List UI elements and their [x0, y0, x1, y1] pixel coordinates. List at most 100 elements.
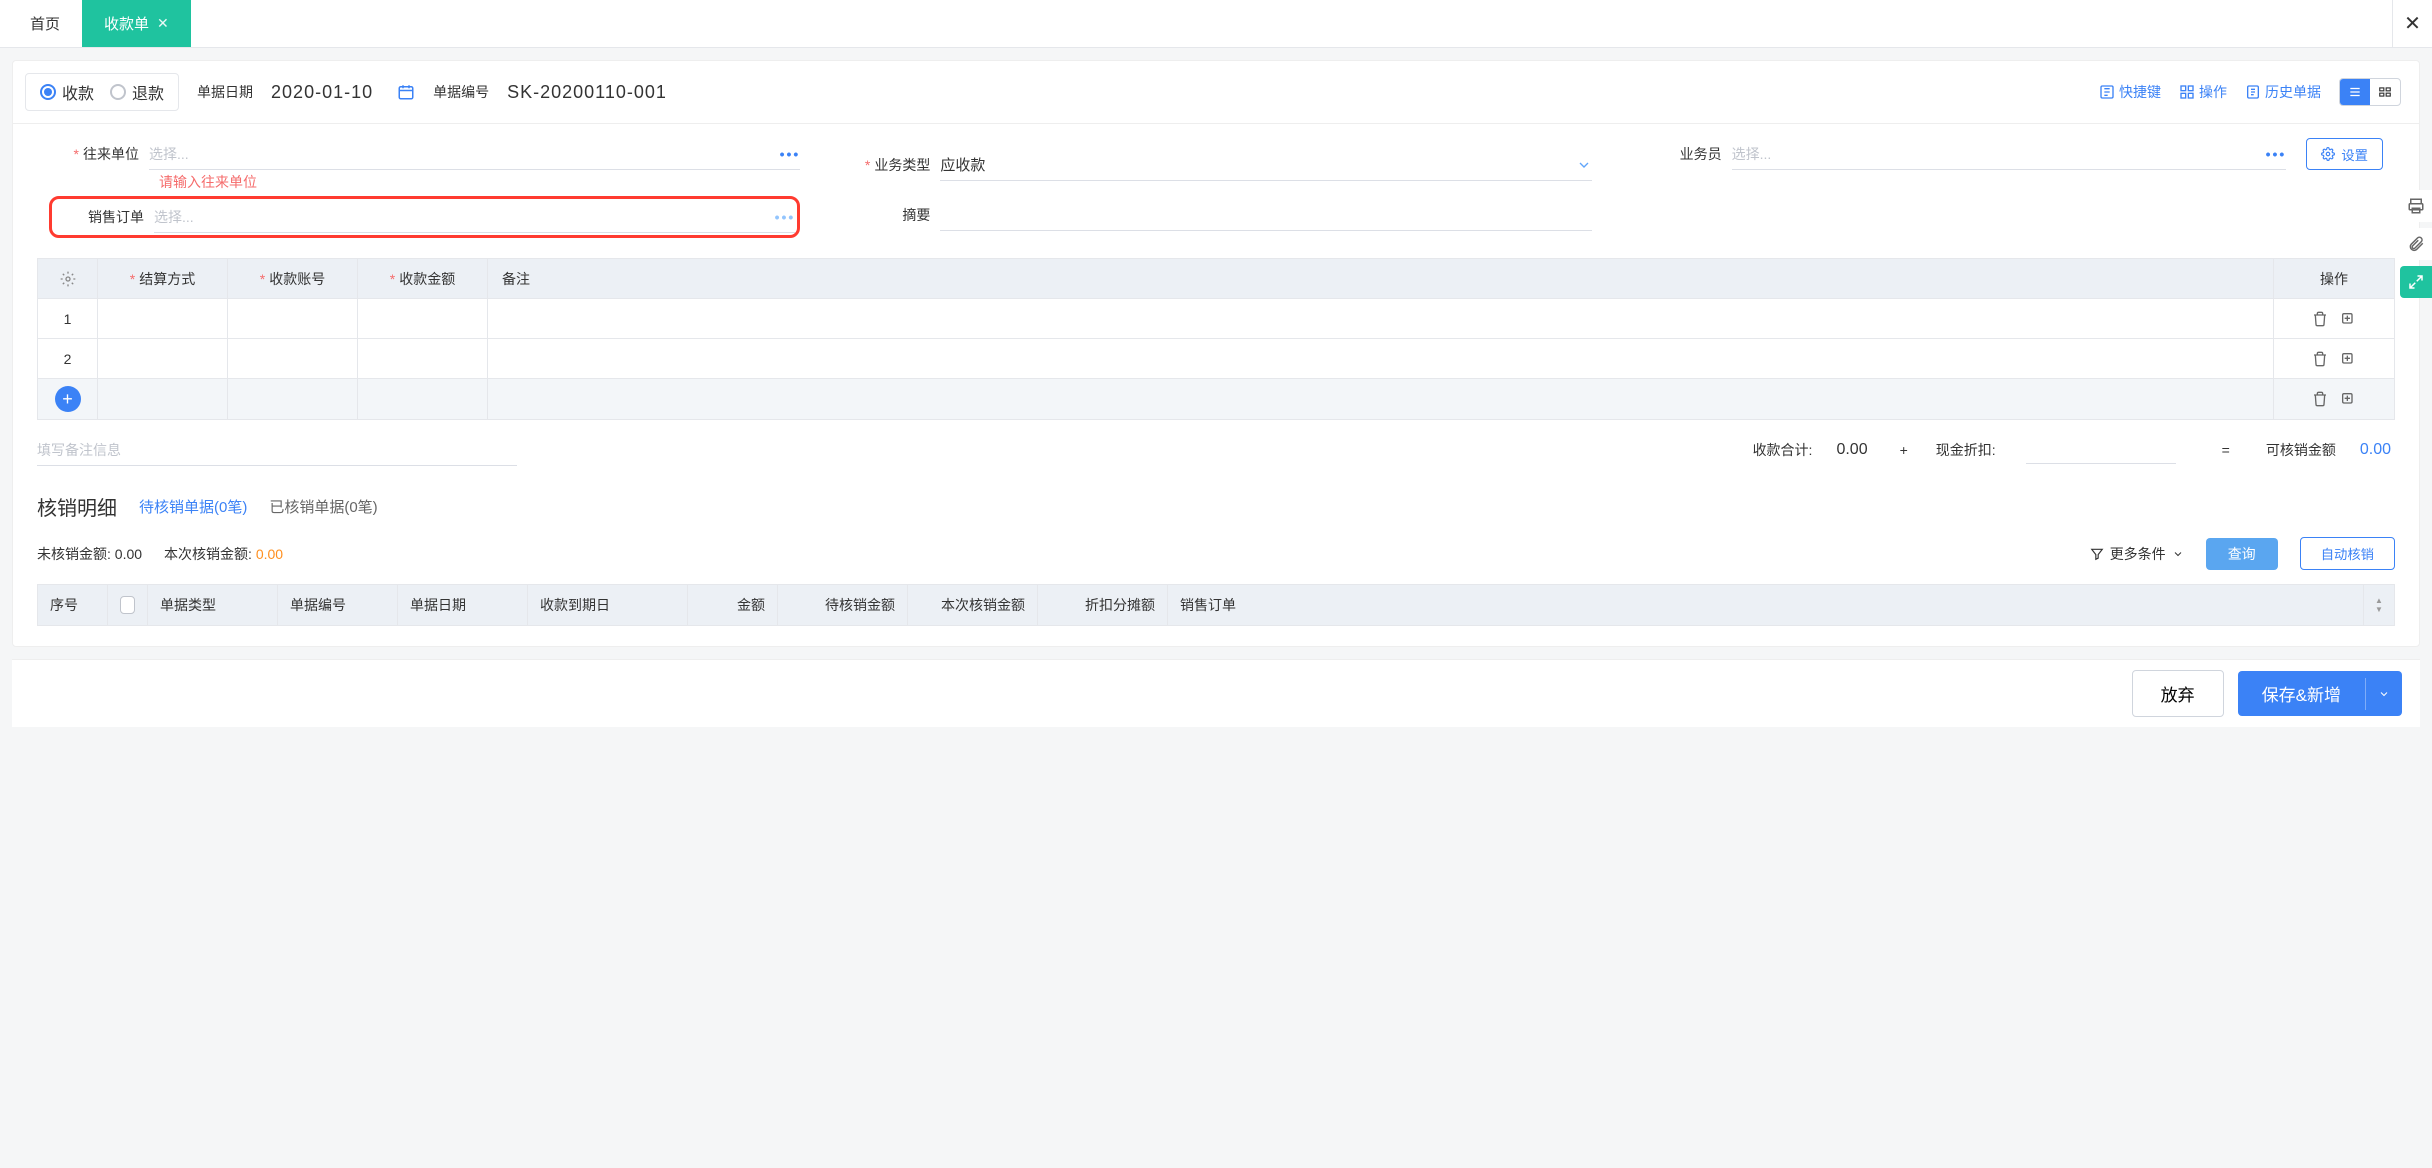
more-cond-label: 更多条件: [2110, 544, 2166, 564]
partner-input[interactable]: 选择... •••: [149, 138, 800, 170]
calendar-icon[interactable]: [397, 83, 415, 101]
remark-input[interactable]: 填写备注信息: [37, 434, 517, 466]
operate-button[interactable]: 操作: [2179, 82, 2227, 102]
unver-label: 未核销金额:: [37, 546, 111, 562]
verify-section-header: 核销明细 待核销单据(0笔) 已核销单据(0笔): [13, 466, 2419, 529]
verify-table: 序号 单据类型 单据编号 单据日期 收款到期日 金额 待核销金额 本次核销金额 …: [37, 584, 2395, 626]
table-footer-row: +: [38, 379, 2394, 419]
settings-button[interactable]: 设置: [2306, 138, 2383, 170]
shortcut-label: 快捷键: [2119, 82, 2161, 102]
checkbox-icon: [120, 596, 135, 614]
close-icon[interactable]: ✕: [157, 15, 169, 32]
biztype-field: *业务类型 应收款: [840, 138, 1591, 192]
radio-refund[interactable]: 退款: [110, 80, 164, 104]
cell-method[interactable]: [98, 299, 228, 338]
cell-account[interactable]: [228, 299, 358, 338]
save-button[interactable]: 保存&新增: [2238, 671, 2402, 716]
payment-table: *结算方式 *收款账号 *收款金额 备注 操作 1 2: [37, 258, 2395, 420]
discount-label: 现金折扣:: [1936, 440, 1996, 460]
delete-row-button[interactable]: [2312, 391, 2328, 407]
close-all-tabs-button[interactable]: ✕: [2392, 0, 2432, 47]
radio-receive[interactable]: 收款: [40, 80, 94, 104]
placeholder-text: 选择...: [149, 144, 189, 164]
date-value[interactable]: 2020-01-10: [271, 82, 373, 103]
cell-note[interactable]: [488, 299, 2274, 338]
tab-receipt[interactable]: 收款单 ✕: [82, 0, 191, 47]
view-toggle: [2339, 78, 2401, 106]
form-grid: *往来单位 选择... ••• 请输入往来单位 *业务类型 应收款: [13, 124, 2419, 242]
type-toggle: 收款 退款: [25, 73, 179, 111]
verify-title: 核销明细: [37, 492, 117, 521]
verify-tab-pending[interactable]: 待核销单据(0笔): [139, 496, 247, 517]
header-row: 收款 退款 单据日期 2020-01-10 单据编号 SK-20200110-0…: [13, 61, 2419, 124]
history-button[interactable]: 历史单据: [2245, 82, 2321, 102]
this-ver-value: 0.00: [256, 546, 283, 562]
delete-row-button[interactable]: [2312, 351, 2328, 367]
col-amount: 金额: [688, 585, 778, 625]
operate-label: 操作: [2199, 82, 2227, 102]
more-icon[interactable]: •••: [780, 146, 801, 162]
verifiable-value: 0.00: [2360, 441, 2391, 459]
partner-label: 往来单位: [83, 146, 139, 162]
cancel-button[interactable]: 放弃: [2132, 670, 2224, 717]
sales-order-input[interactable]: 选择... •••: [154, 201, 795, 233]
more-icon[interactable]: •••: [2266, 146, 2287, 162]
placeholder-text: 选择...: [154, 207, 194, 227]
sales-order-field: 销售订单 选择... •••: [54, 201, 795, 233]
footer-bar: 放弃 保存&新增: [12, 659, 2420, 727]
shortcut-button[interactable]: 快捷键: [2099, 82, 2161, 102]
rail-expand-button[interactable]: [2400, 266, 2432, 298]
col-this: 本次核销金额: [908, 585, 1038, 625]
cell-amount[interactable]: [358, 299, 488, 338]
more-icon[interactable]: •••: [775, 209, 796, 225]
table-settings-button[interactable]: [38, 259, 98, 298]
more-conditions-button[interactable]: 更多条件: [2090, 544, 2184, 564]
col-pending: 待核销金额: [778, 585, 908, 625]
col-note: 备注: [502, 269, 530, 289]
biztype-value: 应收款: [940, 154, 985, 175]
right-rail: [2400, 190, 2432, 298]
col-amount: 收款金额: [399, 269, 455, 289]
remark-placeholder: 填写备注信息: [37, 440, 121, 460]
payment-table-header: *结算方式 *收款账号 *收款金额 备注 操作: [38, 259, 2394, 299]
copy-row-button[interactable]: [2340, 351, 2356, 367]
tab-home[interactable]: 首页: [8, 0, 82, 47]
clerk-input[interactable]: 选择... •••: [1732, 138, 2287, 170]
col-sales: 销售订单: [1168, 585, 2364, 625]
summary-input[interactable]: [940, 199, 1591, 231]
cell-note[interactable]: [488, 339, 2274, 378]
chevron-down-icon: [1576, 157, 1592, 173]
query-button[interactable]: 查询: [2206, 538, 2278, 570]
col-checkbox[interactable]: [108, 585, 148, 625]
add-row-button[interactable]: +: [55, 386, 81, 412]
cell-method[interactable]: [98, 339, 228, 378]
sum-value: 0.00: [1836, 441, 1867, 459]
partner-field: *往来单位 选择... •••: [49, 138, 800, 170]
sales-order-label: 销售订单: [88, 209, 144, 225]
save-label: 保存&新增: [2238, 671, 2365, 716]
cell-amount[interactable]: [358, 339, 488, 378]
equals-sign: =: [2222, 442, 2230, 458]
col-due: 收款到期日: [528, 585, 688, 625]
copy-row-button[interactable]: [2340, 391, 2356, 407]
verify-tab-done[interactable]: 已核销单据(0笔): [269, 496, 377, 517]
sort-button[interactable]: ▲▼: [2364, 585, 2394, 625]
col-type: 单据类型: [148, 585, 278, 625]
col-ops: 操作: [2320, 269, 2348, 289]
view-list-button[interactable]: [2340, 79, 2370, 105]
cell-account[interactable]: [228, 339, 358, 378]
rail-attach-button[interactable]: [2400, 228, 2432, 260]
partner-error: 请输入往来单位: [159, 172, 800, 192]
delete-row-button[interactable]: [2312, 311, 2328, 327]
auto-verify-button[interactable]: 自动核销: [2300, 537, 2395, 570]
biztype-select[interactable]: 应收款: [940, 149, 1591, 181]
row-index: 1: [38, 299, 98, 338]
view-card-button[interactable]: [2370, 79, 2400, 105]
tab-home-label: 首页: [30, 13, 60, 34]
save-dropdown-icon[interactable]: [2365, 678, 2402, 710]
discount-input[interactable]: [2026, 436, 2176, 464]
date-label: 单据日期: [197, 82, 253, 102]
rail-print-button[interactable]: [2400, 190, 2432, 222]
copy-row-button[interactable]: [2340, 311, 2356, 327]
col-index: 序号: [38, 585, 108, 625]
